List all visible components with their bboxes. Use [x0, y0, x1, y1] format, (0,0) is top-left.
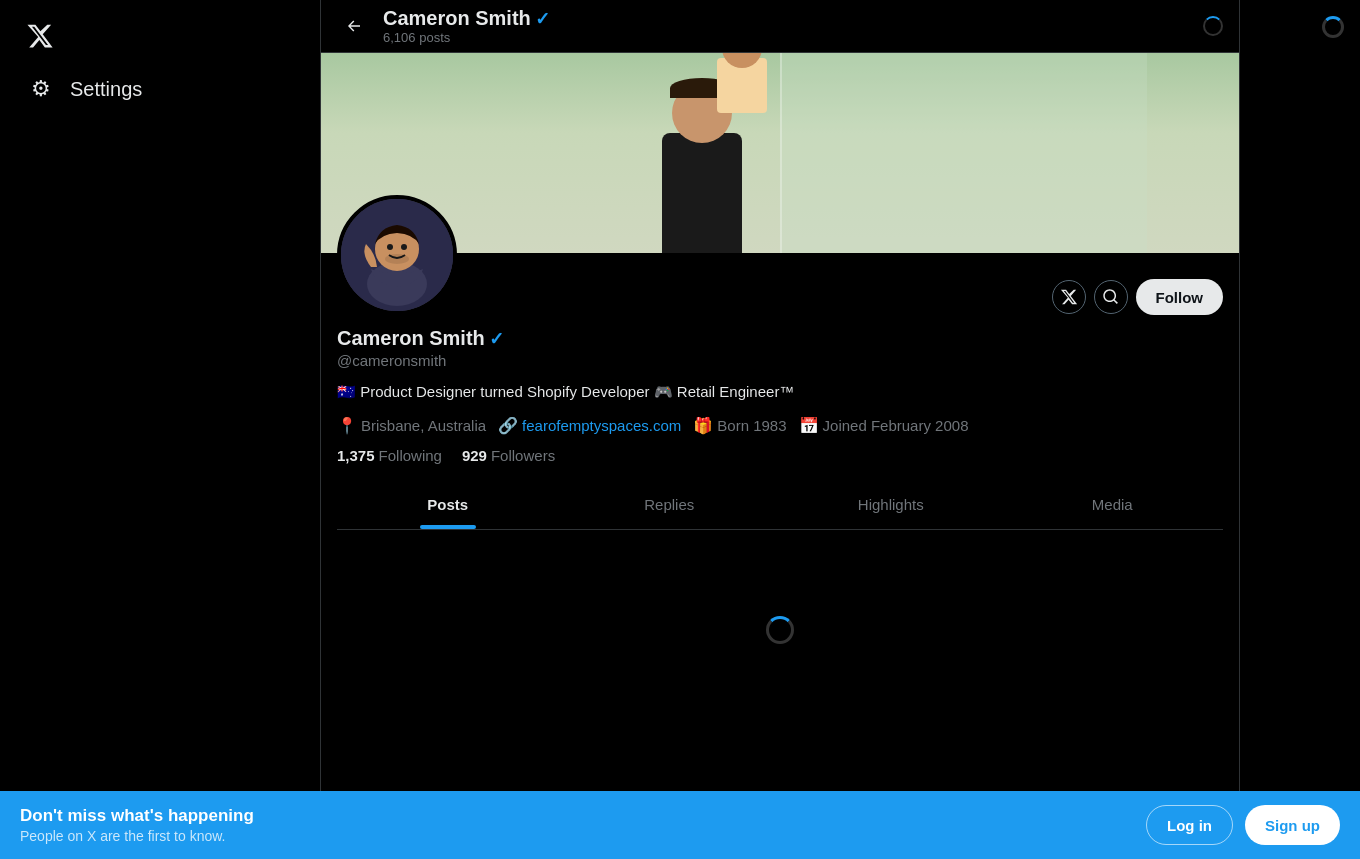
sidebar-item-settings[interactable]: ⚙ Settings [16, 64, 154, 114]
following-label: Following [379, 447, 442, 464]
tab-replies[interactable]: Replies [559, 480, 781, 529]
svg-point-5 [385, 254, 409, 264]
main-content: Cameron Smith ✓ 6,106 posts [320, 0, 1240, 859]
profile-actions: Follow [1052, 279, 1224, 315]
back-button[interactable] [337, 9, 371, 43]
meta-joined-text: Joined February 2008 [823, 417, 969, 434]
gear-icon: ⚙ [28, 76, 54, 102]
header-posts-label: posts [419, 30, 450, 45]
meta-joined: 📅 Joined February 2008 [799, 416, 969, 435]
profile-name-text: Cameron Smith [337, 327, 485, 350]
search-profile-button[interactable] [1094, 280, 1128, 314]
header-info: Cameron Smith ✓ 6,106 posts [383, 7, 1223, 45]
tab-media[interactable]: Media [1002, 480, 1224, 529]
profile-verified-badge: ✓ [489, 328, 504, 350]
x-logo-icon [26, 22, 54, 50]
bottom-bar-subtitle: People on X are the first to know. [20, 828, 254, 844]
banner-image [321, 53, 1239, 253]
bottom-bar-text: Don't miss what's happening People on X … [20, 806, 254, 844]
following-stat[interactable]: 1,375 Following [337, 447, 442, 464]
back-arrow-icon [345, 17, 363, 35]
avatar-inner [341, 199, 453, 311]
bottom-bar-title: Don't miss what's happening [20, 806, 254, 826]
follow-button[interactable]: Follow [1136, 279, 1224, 315]
profile-handle: @cameronsmith [337, 352, 1223, 369]
banner-window [780, 53, 1147, 253]
profile-name: Cameron Smith ✓ [337, 327, 1223, 350]
right-panel [1240, 0, 1360, 859]
birthday-icon: 🎁 [693, 416, 713, 435]
avatar-container [337, 195, 457, 315]
profile-tabs: Posts Replies Highlights Media [337, 480, 1223, 530]
meta-location-text: Brisbane, Australia [361, 417, 486, 434]
profile-info-section: Follow Cameron Smith ✓ @cameronsmith 🇦🇺 … [321, 253, 1239, 530]
header-name: Cameron Smith ✓ [383, 7, 1223, 30]
x-logo-button[interactable] [16, 12, 64, 60]
meta-location: 📍 Brisbane, Australia [337, 416, 486, 435]
meta-born: 🎁 Born 1983 [693, 416, 786, 435]
profile-header: Cameron Smith ✓ 6,106 posts [321, 0, 1239, 53]
loading-indicator-top [1203, 16, 1223, 36]
followers-label: Followers [491, 447, 555, 464]
tab-posts[interactable]: Posts [337, 480, 559, 529]
followers-stat[interactable]: 929 Followers [462, 447, 555, 464]
profile-top-row: Follow [337, 265, 1223, 315]
svg-point-3 [387, 244, 393, 250]
header-verified-badge: ✓ [535, 8, 550, 30]
signup-button[interactable]: Sign up [1245, 805, 1340, 845]
meta-website[interactable]: 🔗 fearofemptyspaces.com [498, 416, 681, 435]
top-right-spinner [1203, 16, 1223, 36]
link-icon: 🔗 [498, 416, 518, 435]
sidebar-item-settings-label: Settings [70, 78, 142, 101]
profile-bio: 🇦🇺 Product Designer turned Shopify Devel… [337, 381, 1223, 404]
avatar [337, 195, 457, 315]
svg-point-4 [401, 244, 407, 250]
header-name-text: Cameron Smith [383, 7, 531, 30]
sidebar: ⚙ Settings [0, 0, 320, 859]
header-posts-number: 6,106 [383, 30, 416, 45]
profile-banner [321, 53, 1239, 253]
calendar-icon: 📅 [799, 416, 819, 435]
right-panel-spinner [1322, 16, 1344, 38]
header-posts-count: 6,106 posts [383, 30, 1223, 45]
bottom-bar: Don't miss what's happening People on X … [0, 791, 1360, 859]
followers-count: 929 [462, 447, 487, 464]
search-icon [1102, 288, 1120, 306]
profile-meta: 📍 Brisbane, Australia 🔗 fearofemptyspace… [337, 416, 1223, 435]
profile-stats: 1,375 Following 929 Followers [337, 447, 1223, 464]
login-button[interactable]: Log in [1146, 805, 1233, 845]
loading-area [321, 530, 1239, 730]
x-small-icon [1060, 288, 1078, 306]
content-spinner [766, 616, 794, 644]
banner-person-child [707, 53, 777, 153]
following-count: 1,375 [337, 447, 375, 464]
bottom-bar-actions: Log in Sign up [1146, 805, 1340, 845]
tab-highlights[interactable]: Highlights [780, 480, 1002, 529]
avatar-illustration [341, 199, 453, 311]
meta-website-link[interactable]: fearofemptyspaces.com [522, 417, 681, 434]
meta-born-text: Born 1983 [717, 417, 786, 434]
location-icon: 📍 [337, 416, 357, 435]
x-profile-icon-button[interactable] [1052, 280, 1086, 314]
